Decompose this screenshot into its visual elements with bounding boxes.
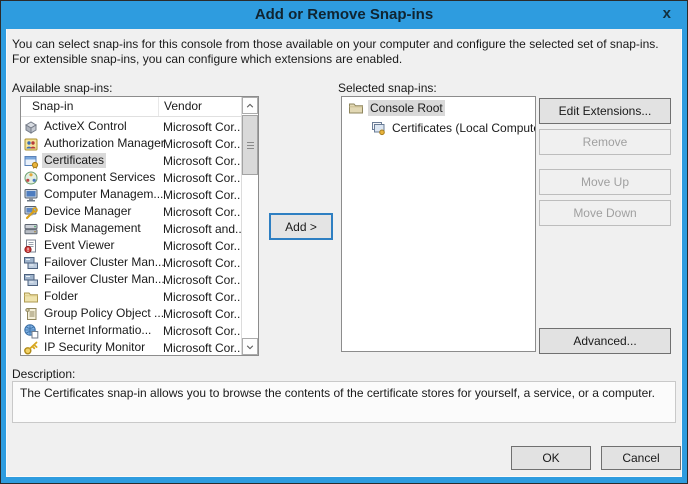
snapin-row[interactable]: ActiveX Control Microsoft Cor... xyxy=(21,118,241,135)
snapin-vendor: Microsoft Cor... xyxy=(163,171,244,185)
column-header-vendor[interactable]: Vendor xyxy=(158,97,202,116)
snapin-vendor: Microsoft Cor... xyxy=(163,273,244,287)
snapin-name: Component Services xyxy=(42,170,157,185)
folder-icon xyxy=(23,289,39,305)
selected-snapins-label: Selected snap-ins: xyxy=(338,81,437,95)
snapin-vendor: Microsoft Cor... xyxy=(163,256,244,270)
snapin-vendor: Microsoft Cor... xyxy=(163,290,244,304)
snapin-name: Failover Cluster Man... xyxy=(42,255,167,270)
snapin-row[interactable]: Event Viewer Microsoft Cor... xyxy=(21,237,241,254)
certificate-local-icon xyxy=(370,120,386,136)
tree-item[interactable]: Console Root xyxy=(342,99,535,117)
group-policy-icon xyxy=(23,306,39,322)
snapin-row[interactable]: Failover Cluster Man...Microsoft Cor... xyxy=(21,271,241,288)
snapin-vendor: Microsoft Cor... xyxy=(163,188,244,202)
snapin-name: IP Security Monitor xyxy=(42,340,147,355)
event-viewer-icon xyxy=(23,238,39,254)
available-snapins-label: Available snap-ins: xyxy=(12,81,113,95)
add-button[interactable]: Add > xyxy=(269,213,333,240)
snapin-row[interactable]: Disk ManagementMicrosoft and... xyxy=(21,220,241,237)
snapin-name: Computer Managem... xyxy=(42,187,165,202)
scrollbar-thumb[interactable] xyxy=(242,115,258,175)
device-manager-icon xyxy=(23,204,39,220)
ok-button[interactable]: OK xyxy=(511,446,591,470)
scrollbar[interactable] xyxy=(241,97,258,355)
failover-cluster-icon xyxy=(23,272,39,288)
snapin-vendor: Microsoft Cor... xyxy=(163,205,244,219)
failover-cluster-icon xyxy=(23,255,39,271)
description-text: The Certificates snap-in allows you to b… xyxy=(12,381,676,423)
tree-item[interactable]: Certificates (Local Computer) xyxy=(342,119,535,137)
scroll-down-icon[interactable] xyxy=(242,338,258,355)
dialog-body: You can select snap-ins for this console… xyxy=(6,29,682,477)
selected-snapins-panel: Console Root Certificates (Local Computer… xyxy=(341,96,536,352)
snapin-vendor: Microsoft Cor... xyxy=(163,307,244,321)
iis-icon xyxy=(23,323,39,339)
snapin-name: Event Viewer xyxy=(42,238,116,253)
snapin-row[interactable]: Internet Informatio... Microsoft Cor... xyxy=(21,322,241,339)
column-header-snapin[interactable]: Snap-in xyxy=(32,99,73,113)
snapin-name: ActiveX Control xyxy=(42,119,129,134)
snapin-row[interactable]: Component Services Microsoft Cor... xyxy=(21,169,241,186)
available-snapins-list: Snap-in Vendor ActiveX Control Microsoft … xyxy=(20,96,259,356)
snapin-name: Failover Cluster Man... xyxy=(42,272,167,287)
ip-security-icon xyxy=(23,340,39,356)
disk-management-icon xyxy=(23,221,39,237)
snapin-row[interactable]: Folder Microsoft Cor... xyxy=(21,288,241,305)
snapin-name: Authorization Manager xyxy=(42,136,167,151)
snapin-name: Folder xyxy=(42,289,80,304)
move-down-button[interactable]: Move Down xyxy=(539,200,671,226)
snapin-name: Certificates xyxy=(42,153,106,168)
computer-management-icon xyxy=(23,187,39,203)
activex-icon xyxy=(23,119,39,135)
snapin-vendor: Microsoft Cor... xyxy=(163,154,244,168)
snapin-name: Group Policy Object ... xyxy=(42,306,166,321)
list-header: Snap-in Vendor xyxy=(21,97,241,117)
snapin-row[interactable]: Authorization ManagerMicrosoft Cor... xyxy=(21,135,241,152)
authorization-icon xyxy=(23,136,39,152)
snapin-vendor: Microsoft Cor... xyxy=(163,137,244,151)
console-folder-icon xyxy=(348,100,364,116)
snapin-vendor: Microsoft Cor... xyxy=(163,324,244,338)
scroll-up-icon[interactable] xyxy=(242,97,258,114)
snapin-row[interactable]: IP Security Monitor Microsoft Cor... xyxy=(21,339,241,356)
add-remove-snapins-dialog: Add or Remove Snap-ins x You can select … xyxy=(0,0,688,484)
advanced-button[interactable]: Advanced... xyxy=(539,328,671,354)
snapin-row[interactable]: Group Policy Object ...Microsoft Cor... xyxy=(21,305,241,322)
snapin-row[interactable]: Device Manager Microsoft Cor... xyxy=(21,203,241,220)
cancel-button[interactable]: Cancel xyxy=(601,446,681,470)
snapin-row[interactable]: Failover Cluster Man...Microsoft Cor... xyxy=(21,254,241,271)
edit-extensions-button[interactable]: Edit Extensions... xyxy=(539,98,671,124)
tree-item-label: Console Root xyxy=(368,100,445,116)
snapin-name: Device Manager xyxy=(42,204,133,219)
titlebar[interactable]: Add or Remove Snap-ins x xyxy=(1,1,687,28)
intro-text: You can select snap-ins for this console… xyxy=(12,37,676,67)
remove-button[interactable]: Remove xyxy=(539,129,671,155)
snapin-name: Internet Informatio... xyxy=(42,323,153,338)
dialog-title: Add or Remove Snap-ins xyxy=(255,6,433,23)
certificates-icon xyxy=(23,153,39,169)
tree-item-label: Certificates (Local Computer) xyxy=(390,120,536,136)
close-icon[interactable]: x xyxy=(663,3,671,25)
snapin-vendor: Microsoft Cor... xyxy=(163,239,244,253)
snapin-name: Disk Management xyxy=(42,221,143,236)
component-services-icon xyxy=(23,170,39,186)
snapin-vendor: Microsoft Cor... xyxy=(163,341,244,355)
snapin-row[interactable]: Certificates Microsoft Cor... xyxy=(21,152,241,169)
snapin-row[interactable]: Computer Managem...Microsoft Cor... xyxy=(21,186,241,203)
move-up-button[interactable]: Move Up xyxy=(539,169,671,195)
snapin-vendor: Microsoft Cor... xyxy=(163,120,244,134)
description-label: Description: xyxy=(12,367,75,381)
snapin-vendor: Microsoft and... xyxy=(163,222,245,236)
